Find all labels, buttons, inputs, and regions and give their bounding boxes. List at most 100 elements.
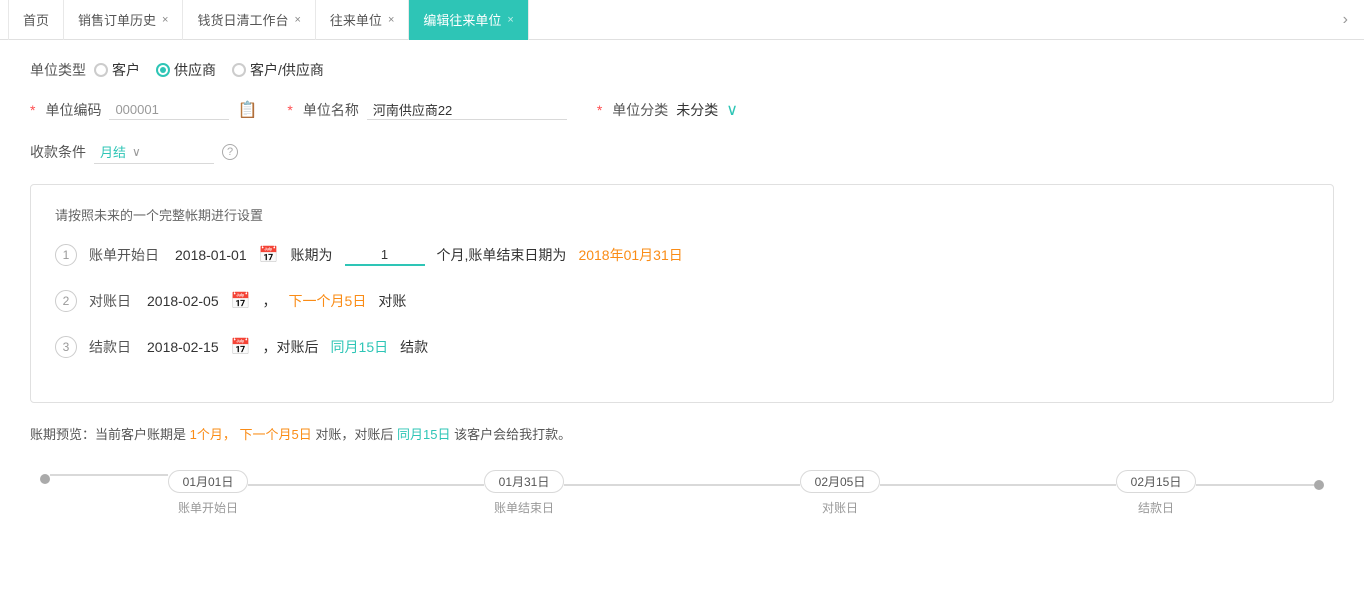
unit-info-row: * 单位编码 📋 * 单位名称 * 单位分类 未分类 ∨ <box>30 100 1334 120</box>
unit-type-label: 单位类型 <box>30 60 86 80</box>
tab-partner-units[interactable]: 往来单位 × <box>316 0 409 40</box>
step-1-date: 2018-01-01 <box>175 247 247 263</box>
timeline-line-4 <box>880 484 1115 486</box>
preview-p1: 1个月， <box>190 427 236 442</box>
timeline-line-3 <box>564 484 799 486</box>
preview-section: 账期预览：当前客户账期是 1个月， 下一个月5日 对账，对账后 同月15日 该客… <box>30 423 1334 446</box>
timeline-label-2: 账单结束日 <box>494 499 554 516</box>
timeline-label-1: 账单开始日 <box>178 499 238 516</box>
radio-customer-circle <box>94 63 108 77</box>
payment-term-help-icon[interactable]: ? <box>222 144 238 160</box>
timeline-badge-1: 01月01日 <box>168 470 249 493</box>
preview-label: 账期预览：当前客户账期是 <box>30 427 186 442</box>
timeline-segment-1 <box>50 470 168 476</box>
unit-category-required: * <box>597 102 602 118</box>
step-2-desc-prefix: ， <box>263 291 277 311</box>
tab-partner-units-label: 往来单位 <box>330 10 382 29</box>
timeline-line-1 <box>50 474 168 476</box>
tab-home[interactable]: 首页 <box>8 0 64 40</box>
panel-instruction: 请按照未来的一个完整帐期进行设置 <box>55 205 1309 224</box>
unit-category-label: 单位分类 <box>612 100 668 120</box>
preview-p3: 同月15日 <box>397 427 450 442</box>
tab-cash-ledger[interactable]: 钱货日清工作台 × <box>183 0 315 40</box>
timeline-end-dot <box>1314 480 1324 490</box>
step-1-label: 账单开始日 <box>89 245 159 265</box>
step-1-number: 1 <box>55 244 77 266</box>
unit-code-input[interactable] <box>109 100 229 120</box>
payment-term-field: 收款条件 月结 ∨ ? <box>30 140 238 164</box>
step-2-label: 对账日 <box>89 291 131 311</box>
step-1-period-input[interactable] <box>345 245 425 266</box>
tab-sales-order-history-close[interactable]: × <box>162 14 168 26</box>
timeline-badge-4: 02月15日 <box>1116 470 1197 493</box>
tab-partner-units-close[interactable]: × <box>388 14 394 26</box>
radio-customer-supplier[interactable]: 客户/供应商 <box>232 60 324 80</box>
step-2-desc-highlight: 下一个月5日 <box>289 291 367 311</box>
tab-expand-button[interactable]: › <box>1335 11 1356 29</box>
timeline-node-4: 02月15日 结款日 <box>1116 470 1197 516</box>
settings-panel: 请按照未来的一个完整帐期进行设置 1 账单开始日 2018-01-01 📅 账期… <box>30 184 1334 403</box>
timeline-node-3: 02月05日 对账日 <box>800 470 881 516</box>
unit-name-field: * 单位名称 <box>287 100 566 120</box>
timeline-line-2 <box>248 484 483 486</box>
step-3-date: 2018-02-15 <box>147 339 219 355</box>
tab-edit-partner[interactable]: 编辑往来单位 × <box>409 0 528 40</box>
tab-cash-ledger-close[interactable]: × <box>294 14 300 26</box>
step-3-calendar-icon[interactable]: 📅 <box>231 337 251 357</box>
step-2-calendar-icon[interactable]: 📅 <box>231 291 251 311</box>
timeline-start-dot <box>40 474 50 484</box>
payment-term-dropdown[interactable]: 月结 ∨ <box>94 140 214 164</box>
unit-type-field: 单位类型 客户 供应商 客户/供应商 <box>30 60 324 80</box>
radio-customer-supplier-label: 客户/供应商 <box>250 60 324 80</box>
step-2-date: 2018-02-05 <box>147 293 219 309</box>
radio-customer-label: 客户 <box>112 60 140 80</box>
unit-code-field: * 单位编码 📋 <box>30 100 257 120</box>
step-1-period-unit: 个月,账单结束日期为 <box>437 245 567 265</box>
timeline-start-circle <box>40 474 50 484</box>
timeline-segment-2 <box>248 470 483 486</box>
tab-cash-ledger-label: 钱货日清工作台 <box>197 10 288 29</box>
radio-customer[interactable]: 客户 <box>94 60 140 80</box>
step-2-row: 2 对账日 2018-02-05 📅 ， 下一个月5日 对账 <box>55 290 1309 312</box>
timeline-label-4: 结款日 <box>1138 499 1174 516</box>
step-1-period-label: 账期为 <box>291 245 333 265</box>
preview-mid: 对账，对账后 <box>315 427 393 442</box>
step-3-number: 3 <box>55 336 77 358</box>
tab-edit-partner-label: 编辑往来单位 <box>423 10 501 29</box>
timeline-label-3: 对账日 <box>822 499 858 516</box>
payment-term-value: 月结 <box>100 142 126 161</box>
tabs-bar: 首页 销售订单历史 × 钱货日清工作台 × 往来单位 × 编辑往来单位 × › <box>0 0 1364 40</box>
step-1-calendar-icon[interactable]: 📅 <box>259 245 279 265</box>
unit-category-field: * 单位分类 未分类 ∨ <box>597 100 738 120</box>
radio-customer-supplier-circle <box>232 63 246 77</box>
step-1-row: 1 账单开始日 2018-01-01 📅 账期为 个月,账单结束日期为 2018… <box>55 244 1309 266</box>
radio-supplier-circle <box>156 63 170 77</box>
step-3-desc-highlight: 同月15日 <box>331 337 389 357</box>
timeline-segment-4 <box>880 470 1115 486</box>
unit-code-copy-icon[interactable]: 📋 <box>237 100 257 120</box>
timeline-badge-2: 01月31日 <box>484 470 565 493</box>
payment-term-label: 收款条件 <box>30 142 86 162</box>
preview-p2: 下一个月5日 <box>240 427 312 442</box>
step-3-desc-suffix: 结款 <box>400 337 428 357</box>
unit-name-label: 单位名称 <box>303 100 359 120</box>
tab-sales-order-history[interactable]: 销售订单历史 × <box>64 0 183 40</box>
unit-name-input[interactable] <box>367 100 567 120</box>
tab-edit-partner-close[interactable]: × <box>507 14 513 26</box>
radio-group: 客户 供应商 客户/供应商 <box>94 60 324 80</box>
unit-type-row: 单位类型 客户 供应商 客户/供应商 <box>30 60 1334 80</box>
unit-category-arrow-icon[interactable]: ∨ <box>726 100 738 120</box>
tab-sales-order-history-label: 销售订单历史 <box>78 10 156 29</box>
radio-supplier[interactable]: 供应商 <box>156 60 216 80</box>
step-3-label: 结款日 <box>89 337 131 357</box>
timeline-end-circle <box>1314 480 1324 490</box>
step-1-period-end: 2018年01月31日 <box>578 245 682 265</box>
unit-category-dropdown[interactable]: 未分类 ∨ <box>676 100 738 120</box>
unit-name-required: * <box>287 102 292 118</box>
timeline: 01月01日 账单开始日 01月31日 账单结束日 02月05日 对账日 02月… <box>30 470 1334 516</box>
unit-code-label: 单位编码 <box>45 100 101 120</box>
timeline-node-1: 01月01日 账单开始日 <box>168 470 249 516</box>
timeline-node-2: 01月31日 账单结束日 <box>484 470 565 516</box>
payment-term-arrow-icon[interactable]: ∨ <box>132 145 141 159</box>
tab-home-label: 首页 <box>23 10 49 29</box>
